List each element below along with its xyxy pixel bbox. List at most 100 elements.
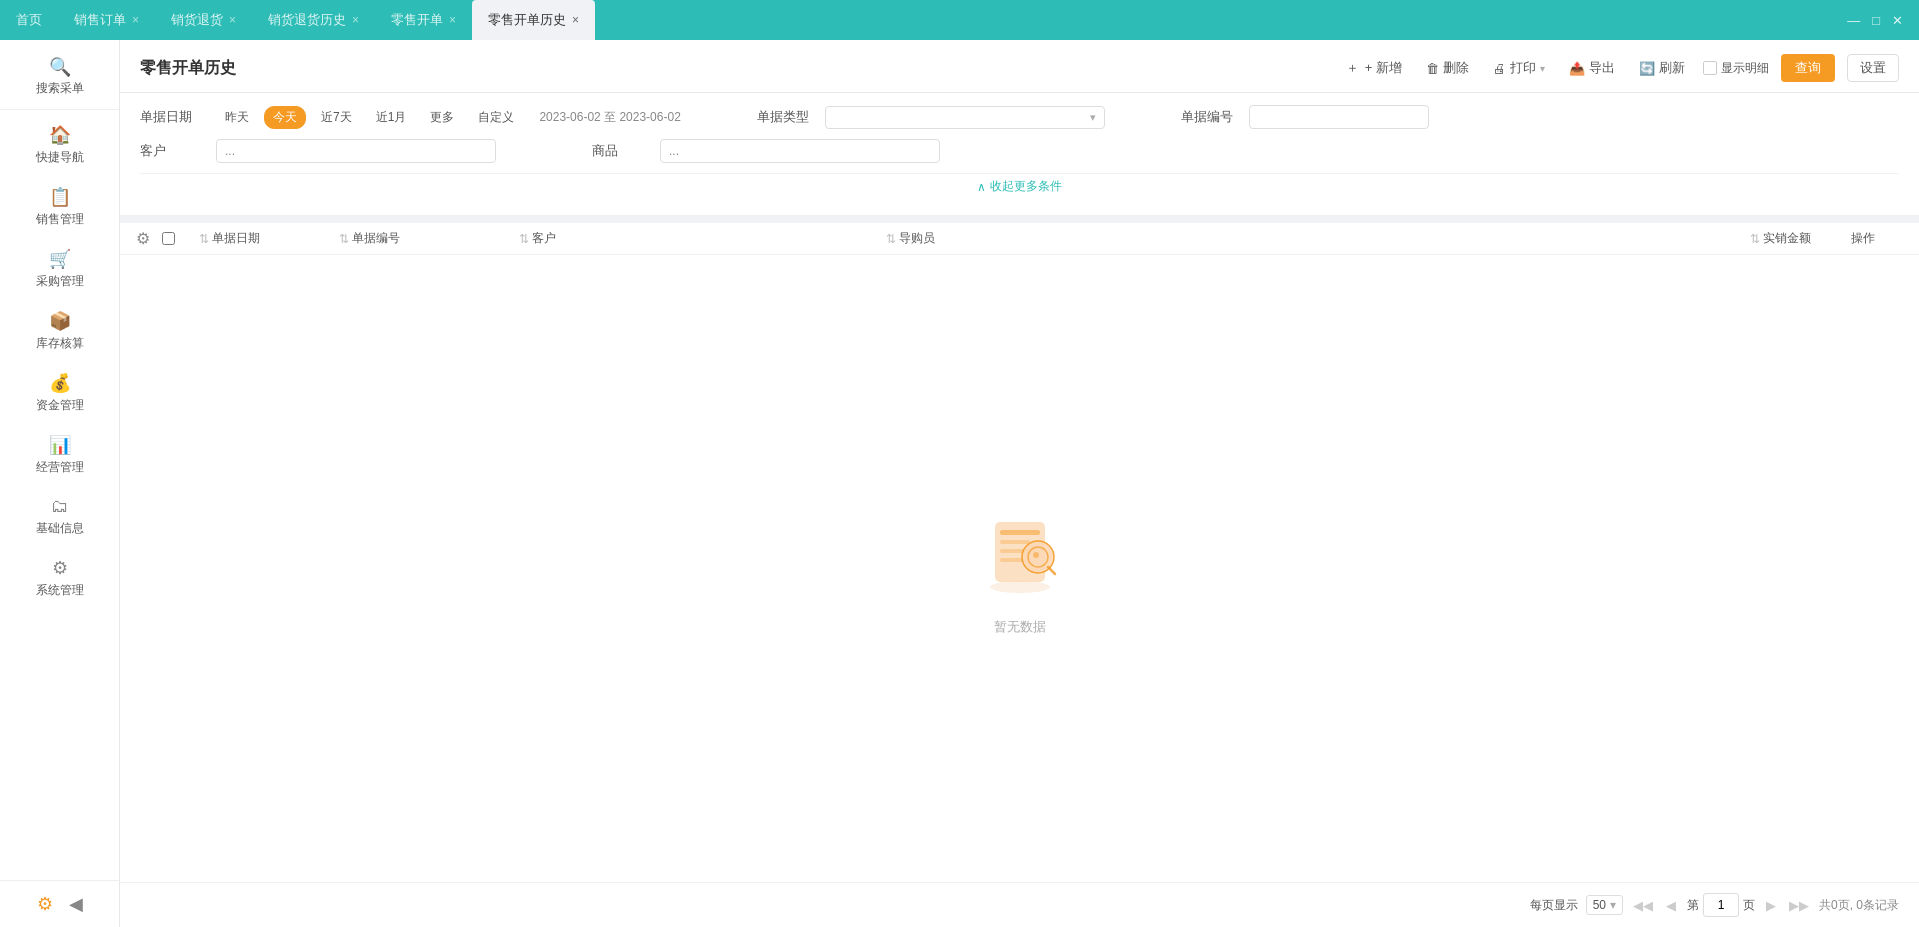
sidebar-item-label: 资金管理 (36, 397, 84, 414)
th-date[interactable]: ⇅ 单据日期 (187, 230, 327, 247)
th-amount[interactable]: ⇅ 实销金额 (1703, 230, 1823, 247)
add-icon: ＋ (1346, 59, 1359, 77)
sidebar-item-system[interactable]: ⚙ 系统管理 (0, 547, 119, 609)
finance-icon: 💰 (49, 372, 71, 394)
print-icon: 🖨 (1493, 61, 1506, 76)
sidebar-search[interactable]: 🔍 搜索采单 (0, 48, 119, 110)
tab-close-retail-open[interactable]: × (449, 13, 456, 27)
date-btn-yesterday[interactable]: 昨天 (216, 106, 258, 129)
page-navigation: ◀◀ ◀ 第 页 ▶ ▶▶ (1631, 893, 1811, 917)
tab-retail-open-history[interactable]: 零售开单历史 × (472, 0, 595, 40)
bill-type-filter: 单据类型 ▾ (757, 106, 1105, 129)
inventory-icon: 📦 (49, 310, 71, 332)
tab-retail-open[interactable]: 零售开单 × (375, 0, 472, 40)
th-guide[interactable]: ⇅ 导购员 (874, 230, 994, 247)
maximize-button[interactable]: □ (1872, 13, 1880, 28)
content-area: 零售开单历史 ＋ + 新增 🗑 删除 🖨 打印 ▾ 📤 导出 (120, 40, 1919, 927)
sort-icon: ⇅ (199, 232, 209, 246)
sidebar-search-label: 搜索采单 (36, 80, 84, 97)
window-controls: — □ ✕ (1847, 13, 1919, 28)
top-tab-bar: 首页 销售订单 × 销货退货 × 销货退货历史 × 零售开单 × 零售开单历史 … (0, 0, 1919, 40)
add-button[interactable]: ＋ + 新增 (1340, 55, 1408, 81)
svg-rect-5 (1000, 558, 1025, 562)
query-button[interactable]: 查询 (1781, 54, 1835, 82)
tab-close-sales-return[interactable]: × (229, 13, 236, 27)
print-button[interactable]: 🖨 打印 ▾ (1487, 55, 1551, 81)
sidebar-item-finance[interactable]: 💰 资金管理 (0, 362, 119, 424)
goods-select[interactable]: ... (660, 139, 940, 163)
last-page-button[interactable]: ▶▶ (1787, 893, 1811, 917)
close-button[interactable]: ✕ (1892, 13, 1903, 28)
sort-icon: ⇅ (339, 232, 349, 246)
svg-point-0 (990, 581, 1050, 593)
header-actions: ＋ + 新增 🗑 删除 🖨 打印 ▾ 📤 导出 🔄 (1340, 54, 1899, 82)
goods-dots: ... (669, 144, 679, 158)
bill-type-arrow-icon: ▾ (1090, 111, 1096, 124)
refresh-button[interactable]: 🔄 刷新 (1633, 55, 1691, 81)
page-size-select[interactable]: 50 ▾ (1586, 895, 1623, 915)
minimize-button[interactable]: — (1847, 13, 1860, 28)
goods-label: 商品 (592, 142, 652, 160)
first-page-button[interactable]: ◀◀ (1631, 893, 1655, 917)
empty-text: 暂无数据 (994, 618, 1046, 636)
collapse-button[interactable]: ∧ 收起更多条件 (140, 173, 1899, 199)
export-button[interactable]: 📤 导出 (1563, 55, 1621, 81)
refresh-icon: 🔄 (1639, 61, 1655, 76)
filter-area: 单据日期 昨天 今天 近7天 近1月 更多 自定义 2023-06-02 至 2… (120, 93, 1919, 215)
sidebar-item-sales[interactable]: 📋 销售管理 (0, 176, 119, 238)
tab-sales-order[interactable]: 销售订单 × (58, 0, 155, 40)
date-label: 单据日期 (140, 108, 200, 126)
search-icon: 🔍 (49, 56, 71, 78)
tab-home[interactable]: 首页 (0, 0, 58, 40)
sidebar-item-inventory[interactable]: 📦 库存核算 (0, 300, 119, 362)
delete-button[interactable]: 🗑 删除 (1420, 55, 1475, 81)
main-layout: 🔍 搜索采单 🏠 快捷导航 📋 销售管理 🛒 采购管理 📦 库存核算 💰 资金管… (0, 40, 1919, 927)
bill-type-label: 单据类型 (757, 108, 817, 126)
basic-info-icon: 🗂 (51, 496, 69, 517)
date-btn-today[interactable]: 今天 (264, 106, 306, 129)
page-size-label: 每页显示 (1530, 897, 1578, 914)
svg-line-8 (1048, 567, 1055, 574)
tab-sales-return[interactable]: 销货退货 × (155, 0, 252, 40)
sidebar-item-label: 经营管理 (36, 459, 84, 476)
select-all-checkbox[interactable] (162, 232, 175, 245)
table-header: ⇅ 单据日期 ⇅ 单据编号 ⇅ 客户 ⇅ 导购员 (187, 230, 1903, 247)
th-num[interactable]: ⇅ 单据编号 (327, 230, 507, 247)
table-toolbar: ⚙ ⇅ 单据日期 ⇅ 单据编号 ⇅ 客户 (120, 223, 1919, 255)
sidebar-item-operation[interactable]: 📊 经营管理 (0, 424, 119, 486)
sidebar-settings-icon[interactable]: ⚙ (37, 893, 53, 915)
date-btn-last7[interactable]: 近7天 (312, 106, 361, 129)
sidebar-item-quick-nav[interactable]: 🏠 快捷导航 (0, 114, 119, 176)
tab-close-retail-open-history[interactable]: × (572, 13, 579, 27)
sidebar-item-purchase[interactable]: 🛒 采购管理 (0, 238, 119, 300)
sidebar-item-label: 系统管理 (36, 582, 84, 599)
tab-sales-return-history[interactable]: 销货退货历史 × (252, 0, 375, 40)
settings-button[interactable]: 设置 (1847, 54, 1899, 82)
svg-rect-2 (1000, 530, 1040, 535)
page-label: 第 (1687, 897, 1699, 914)
sidebar-item-basic-info[interactable]: 🗂 基础信息 (0, 486, 119, 547)
customer-select[interactable]: ... (216, 139, 496, 163)
checkbox-icon (1703, 61, 1717, 75)
page-number-input[interactable] (1703, 893, 1739, 917)
empty-illustration (970, 502, 1070, 602)
prev-page-button[interactable]: ◀ (1659, 893, 1683, 917)
bill-num-input[interactable] (1249, 105, 1429, 129)
tab-close-sales-order[interactable]: × (132, 13, 139, 27)
tab-close-sales-return-history[interactable]: × (352, 13, 359, 27)
date-btn-more[interactable]: 更多 (421, 106, 463, 129)
show-detail-checkbox[interactable]: 显示明细 (1703, 60, 1769, 77)
goods-filter: 商品 ... (592, 139, 940, 163)
date-btn-last-month[interactable]: 近1月 (367, 106, 416, 129)
table-settings-icon[interactable]: ⚙ (136, 229, 150, 248)
print-arrow-icon: ▾ (1540, 63, 1545, 74)
sidebar-collapse-icon[interactable]: ◀ (69, 893, 83, 915)
bill-num-filter: 单据编号 (1181, 105, 1429, 129)
bill-type-select[interactable]: ▾ (825, 106, 1105, 129)
table-area: ⚙ ⇅ 单据日期 ⇅ 单据编号 ⇅ 客户 (120, 223, 1919, 927)
next-page-button[interactable]: ▶ (1759, 893, 1783, 917)
delete-icon: 🗑 (1426, 61, 1439, 76)
total-info: 共0页, 0条记录 (1819, 897, 1899, 914)
date-btn-custom[interactable]: 自定义 (469, 106, 523, 129)
th-customer[interactable]: ⇅ 客户 (507, 230, 874, 247)
